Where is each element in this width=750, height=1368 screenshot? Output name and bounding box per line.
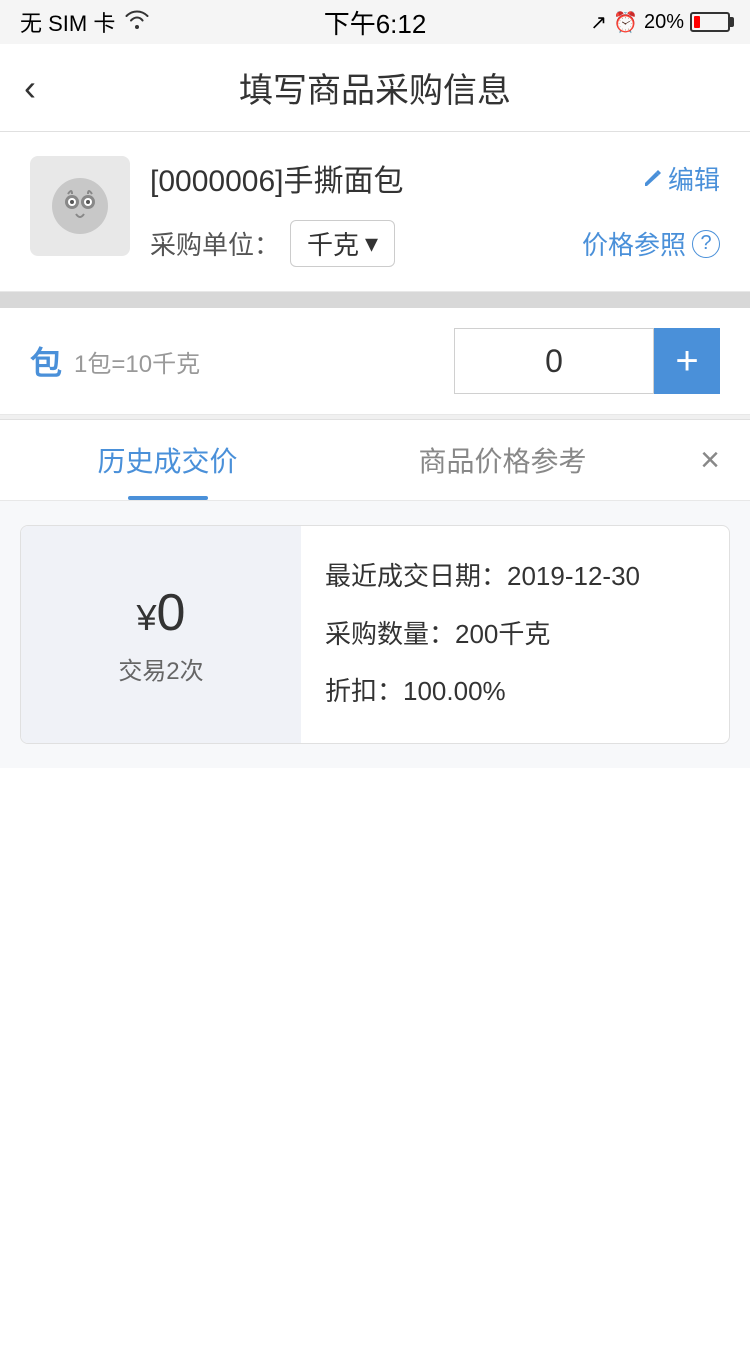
quantity-input[interactable] (454, 328, 654, 394)
price-ref-help-icon: ? (692, 230, 720, 258)
page-rest (0, 768, 750, 1368)
product-title: 手撕面包 (283, 165, 403, 198)
quantity-plus-button[interactable]: + (654, 328, 720, 394)
product-id: [0000006] (150, 165, 283, 198)
history-right: 最近成交日期：2019-12-30 采购数量：200千克 折扣：100.00% (301, 526, 729, 743)
unit-value: 千克 (307, 225, 359, 262)
battery-text: 20% (644, 11, 684, 34)
status-left: 无 SIM 卡 (20, 6, 151, 38)
history-content: ¥0 交易2次 最近成交日期：2019-12-30 采购数量：200千克 折扣：… (0, 501, 750, 768)
page-title: 填写商品采购信息 (239, 63, 511, 112)
tab-close-button[interactable]: × (670, 420, 750, 500)
unit-row: 采购单位： 千克 ▾ 价格参照 ? (150, 220, 720, 267)
product-header: [0000006]手撕面包 编辑 采购单位： 千克 ▾ (30, 156, 720, 267)
yen-symbol: ¥ (137, 597, 157, 638)
history-card: ¥0 交易2次 最近成交日期：2019-12-30 采购数量：200千克 折扣：… (20, 525, 730, 744)
battery-icon (690, 12, 730, 32)
edit-icon (642, 167, 664, 189)
product-name: [0000006]手撕面包 (150, 156, 403, 200)
product-image (30, 156, 130, 256)
tab-panel: 历史成交价 商品价格参考 × ¥0 交易2次 最近成交日期：2019-12-30… (0, 419, 750, 768)
price-ref-button[interactable]: 价格参照 ? (582, 225, 720, 262)
nav-bar: ‹ 填写商品采购信息 (0, 44, 750, 132)
history-trade-count: 交易2次 (118, 651, 203, 686)
edit-button[interactable]: 编辑 (642, 160, 720, 197)
tab-product-price[interactable]: 商品价格参考 (335, 420, 670, 500)
location-icon: ↗ (590, 10, 607, 35)
product-info: [0000006]手撕面包 编辑 采购单位： 千克 ▾ (150, 156, 720, 267)
history-price-value: 0 (157, 584, 186, 642)
tab-underline (128, 496, 208, 500)
history-left: ¥0 交易2次 (21, 526, 301, 743)
quantity-label: 包 1包=10千克 (30, 338, 200, 384)
wifi-icon (123, 9, 151, 35)
tab-history-price[interactable]: 历史成交价 (0, 420, 335, 500)
history-purchase-qty: 采购数量：200千克 (325, 614, 705, 656)
back-button[interactable]: ‹ (24, 67, 36, 109)
history-recent-date: 最近成交日期：2019-12-30 (325, 556, 705, 598)
unit-label: 采购单位： (150, 225, 280, 262)
price-ref-label: 价格参照 (582, 225, 686, 262)
history-price: ¥0 (137, 583, 186, 643)
unit-dropdown[interactable]: 千克 ▾ (290, 220, 395, 267)
quantity-sub: 1包=10千克 (74, 344, 200, 379)
quantity-input-group: + (454, 328, 720, 394)
quantity-row: 包 1包=10千克 + (0, 308, 750, 415)
carrier-text: 无 SIM 卡 (20, 6, 115, 38)
history-discount: 折扣：100.00% (325, 671, 705, 713)
product-card: [0000006]手撕面包 编辑 采购单位： 千克 ▾ (0, 132, 750, 292)
tab-header: 历史成交价 商品价格参考 × (0, 420, 750, 501)
quantity-unit-big: 包 (30, 338, 62, 384)
unit-left: 采购单位： 千克 ▾ (150, 220, 395, 267)
dropdown-arrow: ▾ (365, 228, 378, 259)
product-name-row: [0000006]手撕面包 编辑 (150, 156, 720, 200)
status-right: ↗ ⏰ 20% (590, 10, 730, 35)
status-time: 下午6:12 (324, 4, 427, 41)
status-bar: 无 SIM 卡 下午6:12 ↗ ⏰ 20% (0, 0, 750, 44)
alarm-icon: ⏰ (613, 10, 638, 35)
product-logo (50, 176, 110, 236)
grey-divider (0, 292, 750, 308)
